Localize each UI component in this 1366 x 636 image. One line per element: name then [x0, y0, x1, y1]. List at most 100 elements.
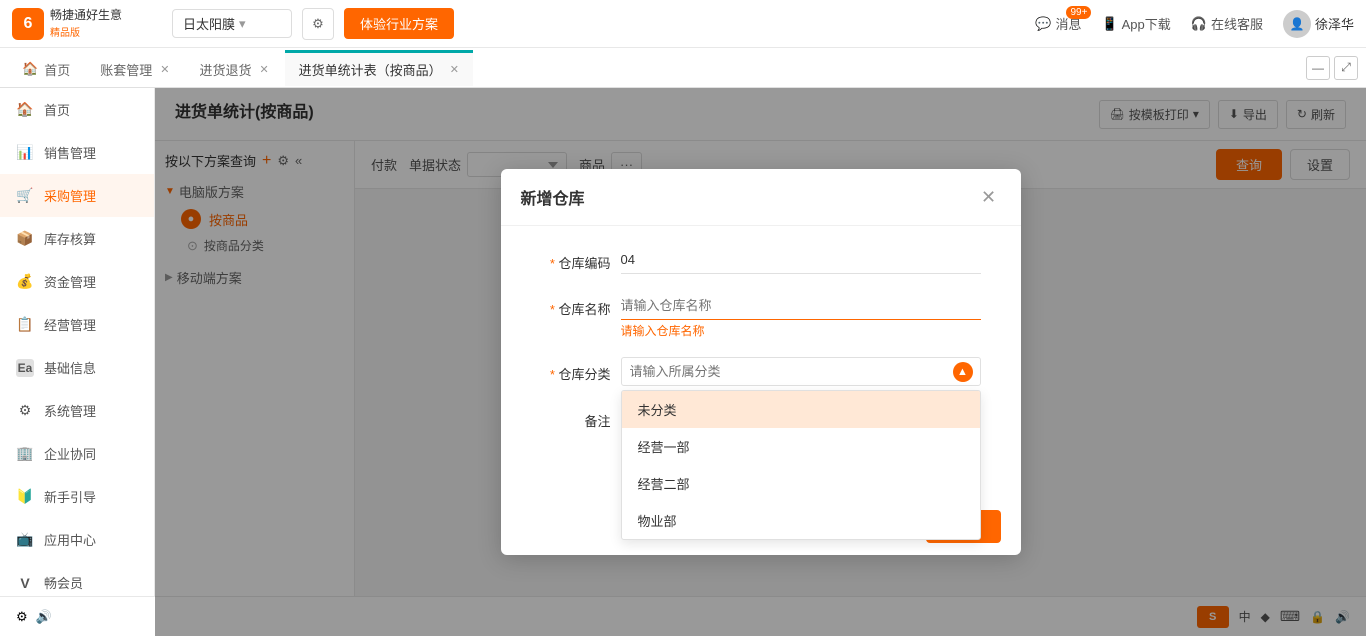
tab-stats-label: 进货单统计表（按商品）	[299, 60, 442, 79]
sidebar-guide-label: 新手引导	[44, 487, 96, 506]
tab-returns[interactable]: 进货退货 ✕	[185, 50, 282, 86]
store-arrow-icon: ▾	[239, 16, 246, 32]
bottom-speaker-icon[interactable]: 🔊	[36, 609, 52, 625]
tab-home[interactable]: 🏠 首页	[8, 50, 84, 86]
category-toggle-icon[interactable]: ▲	[953, 362, 973, 382]
bottom-settings-icon[interactable]: ⚙	[16, 609, 28, 625]
form-row-category: 仓库分类 ▲ 未分类 经营一部 经营二部 物业部	[541, 357, 981, 386]
sidebar-basic-info-label: 基础信息	[44, 358, 96, 377]
form-row-name: 仓库名称 请输入仓库名称	[541, 292, 981, 339]
tab-stats-close[interactable]: ✕	[450, 63, 459, 76]
category-wrapper: ▲ 未分类 经营一部 经营二部 物业部	[621, 357, 981, 386]
purchase-icon: 🛒	[16, 187, 34, 205]
management-icon: 📋	[16, 316, 34, 334]
tab-stats[interactable]: 进货单统计表（按商品） ✕	[285, 50, 473, 86]
gear-icon: ⚙	[312, 16, 324, 32]
messages-badge: 99+	[1066, 6, 1091, 19]
warehouse-code-label: 仓库编码	[541, 246, 611, 272]
sidebar-item-basic-info[interactable]: Ea 基础信息	[0, 346, 154, 389]
dialog-body: 仓库编码 仓库名称 请输入仓库名称	[501, 226, 1021, 498]
warehouse-code-wrapper	[621, 246, 981, 274]
sidebar-management-label: 经营管理	[44, 315, 96, 334]
app-logo: 6	[12, 8, 44, 40]
dropdown-item-3[interactable]: 物业部	[622, 502, 980, 539]
basic-info-icon: Ea	[16, 359, 34, 377]
category-dropdown: 未分类 经营一部 经营二部 物业部	[621, 390, 981, 540]
message-icon: 💬	[1035, 16, 1051, 32]
tab-bar: 🏠 首页 账套管理 ✕ 进货退货 ✕ 进货单统计表（按商品） ✕ — ⤢	[0, 48, 1366, 88]
warehouse-name-error-msg: 请输入仓库名称	[621, 322, 981, 339]
trial-button[interactable]: 体验行业方案	[344, 8, 454, 39]
sidebar-inventory-label: 库存核算	[44, 229, 96, 248]
dialog-title: 新增仓库	[521, 185, 585, 209]
settings-gear-button[interactable]: ⚙	[302, 8, 334, 40]
phone-icon: 📱	[1101, 16, 1117, 32]
sales-icon: 📊	[16, 144, 34, 162]
sidebar-purchase-label: 采购管理	[44, 186, 96, 205]
logo-area: 6 畅捷通好生意 精品版	[12, 8, 162, 40]
tab-accounts[interactable]: 账套管理 ✕	[86, 50, 183, 86]
tab-returns-label: 进货退货	[199, 60, 251, 79]
member-icon: V	[16, 574, 34, 592]
dropdown-item-1[interactable]: 经营一部	[622, 428, 980, 465]
headset-icon: 🎧	[1191, 16, 1207, 32]
sidebar-item-enterprise[interactable]: 🏢 企业协同	[0, 432, 154, 475]
bottom-left: ⚙ 🔊	[16, 609, 52, 625]
edition-badge: 精品版	[50, 24, 122, 39]
system-icon: ⚙	[16, 402, 34, 420]
dropdown-item-2[interactable]: 经营二部	[622, 465, 980, 502]
sidebar-item-sales[interactable]: 📊 销售管理	[0, 131, 154, 174]
sidebar-sales-label: 销售管理	[44, 143, 96, 162]
app-download-label: App下载	[1122, 14, 1171, 33]
new-warehouse-dialog: 新增仓库 ✕ 仓库编码 仓库名称	[501, 169, 1021, 555]
home-icon: 🏠	[22, 61, 38, 77]
sidebar-system-label: 系统管理	[44, 401, 96, 420]
warehouse-name-wrapper: 请输入仓库名称	[621, 292, 981, 339]
store-name: 日太阳膜	[183, 14, 235, 33]
tab-minimize-button[interactable]: —	[1306, 56, 1330, 80]
app-center-icon: 📺	[16, 531, 34, 549]
warehouse-name-label: 仓库名称	[541, 292, 611, 318]
tab-accounts-label: 账套管理	[100, 60, 152, 79]
sidebar-item-system[interactable]: ⚙ 系统管理	[0, 389, 154, 432]
dialog-header: 新增仓库 ✕	[501, 169, 1021, 226]
warehouse-name-input[interactable]	[621, 292, 981, 320]
category-input[interactable]	[621, 357, 981, 386]
tab-maximize-button[interactable]: ⤢	[1334, 56, 1358, 80]
online-service-button[interactable]: 🎧 在线客服	[1191, 14, 1263, 33]
sidebar-item-app-center[interactable]: 📺 应用中心	[0, 518, 154, 561]
home-sidebar-icon: 🏠	[16, 101, 34, 119]
top-nav-right: 💬 消息 99+ 📱 App下载 🎧 在线客服 👤 徐泽华	[1035, 10, 1354, 38]
messages-button[interactable]: 💬 消息 99+	[1035, 14, 1081, 33]
sidebar-member-label: 畅会员	[44, 573, 83, 592]
warehouse-code-input[interactable]	[621, 246, 981, 274]
dialog-overlay: 新增仓库 ✕ 仓库编码 仓库名称	[155, 88, 1366, 636]
dropdown-item-0[interactable]: 未分类	[622, 391, 980, 428]
sidebar-item-home[interactable]: 🏠 首页	[0, 88, 154, 131]
avatar: 👤	[1283, 10, 1311, 38]
finance-icon: 💰	[16, 273, 34, 291]
tab-accounts-close[interactable]: ✕	[160, 63, 169, 76]
app-download-button[interactable]: 📱 App下载	[1101, 14, 1170, 33]
tab-bar-controls: — ⤢	[1306, 56, 1358, 80]
inventory-icon: 📦	[16, 230, 34, 248]
sidebar: 🏠 首页 📊 销售管理 🛒 采购管理 📦 库存核算 💰 资金管理 📋 经营管理 …	[0, 88, 155, 636]
store-selector[interactable]: 日太阳膜 ▾	[172, 9, 292, 38]
dialog-close-button[interactable]: ✕	[977, 185, 1001, 209]
content-area: 进货单统计(按商品) 🖨 按模板打印 ▾ ⬇ 导出 ↻ 刷新	[155, 88, 1366, 636]
remark-label: 备注	[541, 404, 611, 430]
username: 徐泽华	[1315, 14, 1354, 33]
tab-home-label: 首页	[44, 60, 70, 79]
enterprise-icon: 🏢	[16, 445, 34, 463]
user-area[interactable]: 👤 徐泽华	[1283, 10, 1354, 38]
sidebar-item-finance[interactable]: 💰 资金管理	[0, 260, 154, 303]
sidebar-item-management[interactable]: 📋 经营管理	[0, 303, 154, 346]
sidebar-item-guide[interactable]: 🔰 新手引导	[0, 475, 154, 518]
sidebar-item-purchase[interactable]: 🛒 采购管理	[0, 174, 154, 217]
category-label: 仓库分类	[541, 357, 611, 383]
guide-icon: 🔰	[16, 488, 34, 506]
top-nav: 6 畅捷通好生意 精品版 日太阳膜 ▾ ⚙ 体验行业方案 💬 消息 99+ 📱 …	[0, 0, 1366, 48]
sidebar-item-inventory[interactable]: 📦 库存核算	[0, 217, 154, 260]
tab-returns-close[interactable]: ✕	[259, 63, 268, 76]
form-row-code: 仓库编码	[541, 246, 981, 274]
